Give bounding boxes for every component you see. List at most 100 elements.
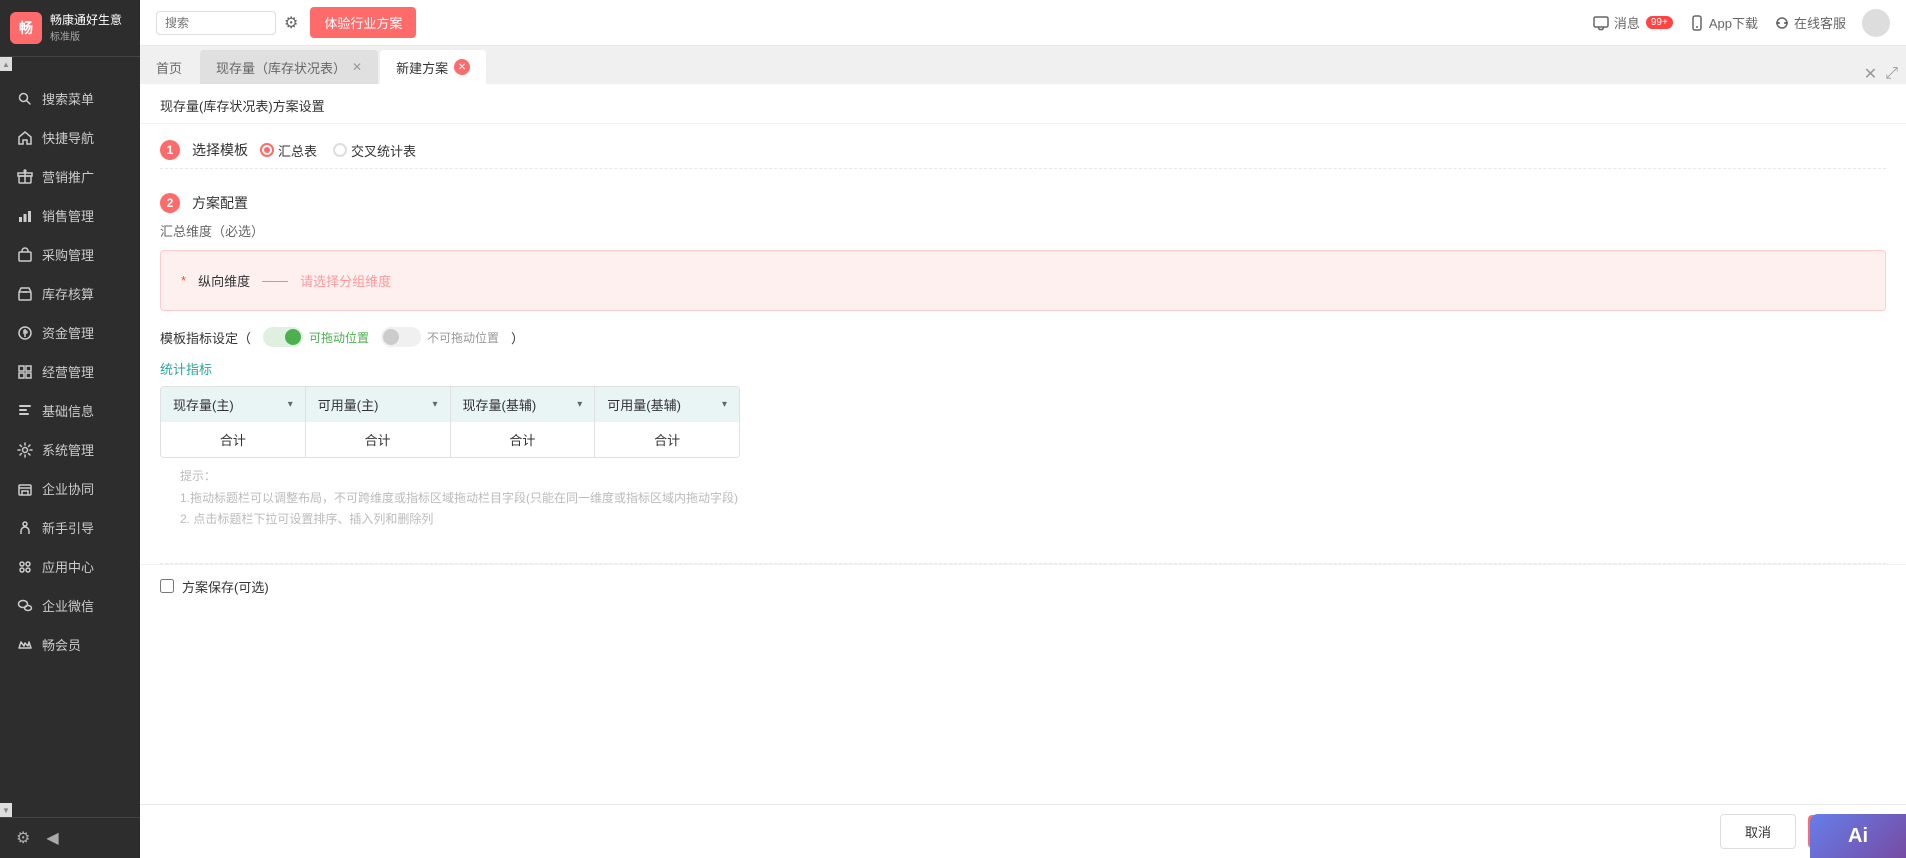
tab-new-scheme-close[interactable]: ✕: [454, 59, 470, 75]
step1-divider: [160, 168, 1886, 169]
dim-placeholder: 请选择分组维度: [300, 271, 391, 290]
ai-float-button[interactable]: Ai: [1810, 814, 1906, 858]
sidebar-item-operation[interactable]: 经营管理: [0, 352, 140, 391]
sidebar-item-label: 应用中心: [42, 557, 94, 576]
stats-table: 现存量(主) ▾ 可用量(主) ▾ 现存量(基辅) ▾ 可用量(基辅) ▾: [160, 386, 740, 458]
tips-section: 提示： 1.拖动标题栏可以调整布局，不可跨维度或指标区域拖动栏目字段(只能在同一…: [160, 458, 1886, 547]
sidebar-item-label: 采购管理: [42, 245, 94, 264]
sidebar-item-company[interactable]: 企业协同: [0, 469, 140, 508]
sidebar-item-basic[interactable]: 基础信息: [0, 391, 140, 430]
messages-btn[interactable]: 消息 99+: [1592, 13, 1673, 32]
help-icon[interactable]: ◀: [46, 828, 58, 848]
sidebar-item-label: 快捷导航: [42, 128, 94, 147]
sidebar-scroll-up[interactable]: ▲: [0, 57, 12, 71]
sidebar-item-label: 资金管理: [42, 323, 94, 342]
phone-icon: [1689, 15, 1705, 31]
tab-inventory-close[interactable]: ✕: [352, 60, 362, 74]
sidebar-scroll-down[interactable]: ▼: [0, 803, 12, 817]
tabs-end-buttons: ✕ ⤢: [1864, 64, 1906, 84]
chevron-down-icon-2[interactable]: ▾: [432, 399, 437, 410]
radio-crosstab[interactable]: 交叉统计表: [333, 141, 416, 160]
draggable-toggle[interactable]: 可拖动位置: [263, 327, 369, 347]
home-icon: [16, 129, 34, 147]
stats-col-1-label: 现存量(主): [173, 395, 234, 414]
app-logo: 畅 畅康通好生意 标准版: [0, 0, 140, 57]
cancel-button[interactable]: 取消: [1720, 814, 1796, 849]
non-draggable-toggle[interactable]: 不可拖动位置: [381, 327, 499, 347]
tab-inventory-label: 现存量（库存状况表）: [216, 58, 346, 77]
stats-col-3-body: 合计: [451, 422, 596, 457]
step2-badge: 2: [160, 193, 180, 213]
stats-col-3[interactable]: 现存量(基辅) ▾: [451, 387, 596, 422]
page-title: 现存量(库存状况表)方案设置: [140, 84, 1906, 124]
sidebar-item-inventory[interactable]: 库存核算: [0, 274, 140, 313]
sidebar-item-label: 新手引导: [42, 518, 94, 537]
money-icon: [16, 324, 34, 342]
app-download-btn[interactable]: App下载: [1689, 13, 1758, 32]
sidebar: 畅 畅康通好生意 标准版 ▲ 搜索菜单 快捷导航 营销推广: [0, 0, 140, 858]
chevron-down-icon-4[interactable]: ▾: [722, 399, 727, 410]
sidebar-item-label: 搜索菜单: [42, 89, 94, 108]
stats-col-2[interactable]: 可用量(主) ▾: [306, 387, 451, 422]
sidebar-item-wechat[interactable]: 企业微信: [0, 586, 140, 625]
stats-col-1-body: 合计: [161, 422, 306, 457]
radio-crosstab-label: 交叉统计表: [351, 141, 416, 160]
save-option-label: 方案保存(可选): [182, 577, 269, 596]
tab-home[interactable]: 首页: [140, 50, 198, 84]
search-input[interactable]: [156, 11, 276, 35]
tabs-bar: 首页 现存量（库存状况表） ✕ 新建方案 ✕ ✕ ⤢: [140, 46, 1906, 84]
sidebar-item-marketing[interactable]: 营销推广: [0, 157, 140, 196]
step2-label: 方案配置: [192, 193, 248, 213]
sidebar-item-label: 企业微信: [42, 596, 94, 615]
sidebar-item-appstore[interactable]: 应用中心: [0, 547, 140, 586]
step1-row: 1 选择模板 汇总表 交叉统计表: [160, 140, 1886, 160]
sidebar-nav: 搜索菜单 快捷导航 营销推广 销售管理 采购管理: [0, 71, 140, 803]
settings-icon[interactable]: ⚙: [16, 828, 30, 848]
stats-col-4-label: 可用量(基辅): [607, 395, 681, 414]
bag-icon: [16, 246, 34, 264]
non-draggable-toggle-circle: [383, 329, 399, 345]
sidebar-item-search[interactable]: 搜索菜单: [0, 79, 140, 118]
stats-col-4[interactable]: 可用量(基辅) ▾: [595, 387, 739, 422]
trial-button[interactable]: 体验行业方案: [310, 7, 416, 38]
sidebar-item-label: 基础信息: [42, 401, 94, 420]
vip-icon: [16, 636, 34, 654]
stats-table-body: 合计 合计 合计 合计: [161, 422, 739, 457]
chevron-down-icon-3[interactable]: ▾: [577, 399, 582, 410]
sidebar-item-quicknav[interactable]: 快捷导航: [0, 118, 140, 157]
chart-icon: [16, 207, 34, 225]
sidebar-item-member[interactable]: 畅会员: [0, 625, 140, 664]
sidebar-bottom: ⚙ ◀: [0, 817, 140, 858]
draggable-toggle-circle: [285, 329, 301, 345]
radio-summary[interactable]: 汇总表: [260, 141, 317, 160]
sidebar-item-newbie[interactable]: 新手引导: [0, 508, 140, 547]
sidebar-item-purchase[interactable]: 采购管理: [0, 235, 140, 274]
save-checkbox[interactable]: [160, 579, 174, 593]
search-icon: [16, 90, 34, 108]
gift-icon: [16, 168, 34, 186]
messages-badge: 99+: [1646, 16, 1673, 29]
sidebar-item-label: 畅会员: [42, 635, 81, 654]
template-radio-group: 汇总表 交叉统计表: [260, 141, 416, 160]
sidebar-item-finance[interactable]: 资金管理: [0, 313, 140, 352]
tab-new-scheme[interactable]: 新建方案 ✕: [380, 50, 486, 84]
sidebar-item-sales[interactable]: 销售管理: [0, 196, 140, 235]
tab-inventory-status[interactable]: 现存量（库存状况表） ✕: [200, 50, 378, 84]
draggable-toggle-box: [263, 327, 303, 347]
non-draggable-toggle-box: [381, 327, 421, 347]
chevron-down-icon-1[interactable]: ▾: [288, 399, 293, 410]
radio-crosstab-dot: [333, 143, 347, 157]
topbar: ⚙ 体验行业方案 消息 99+ App下载 在线客服: [140, 0, 1906, 46]
user-avatar[interactable]: [1862, 9, 1890, 37]
tip-2: 2. 点击标题栏下拉可设置排序、插入列和删除列: [180, 509, 1866, 531]
gear-icon[interactable]: ⚙: [284, 13, 298, 33]
online-service-btn[interactable]: 在线客服: [1774, 13, 1846, 32]
headphone-icon: [1774, 15, 1790, 31]
sidebar-item-system[interactable]: 系统管理: [0, 430, 140, 469]
draggable-label: 可拖动位置: [309, 329, 369, 346]
step2-section: 2 方案配置 汇总维度（必选） * 纵向维度 —— 请选择分组维度 模板指标设定…: [140, 193, 1906, 563]
tab-expand-icon[interactable]: ⤢: [1885, 65, 1898, 83]
sidebar-item-label: 库存核算: [42, 284, 94, 303]
stats-col-1[interactable]: 现存量(主) ▾: [161, 387, 306, 422]
tab-close-all-icon[interactable]: ✕: [1864, 64, 1877, 84]
